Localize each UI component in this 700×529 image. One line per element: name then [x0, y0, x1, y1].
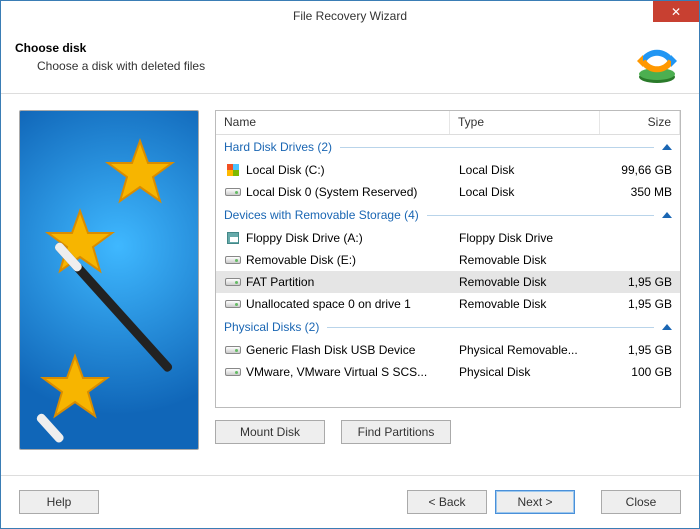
wizard-footer: Help < Back Next > Close: [1, 475, 699, 528]
chevron-up-icon: [662, 212, 672, 218]
disk-row[interactable]: Floppy Disk Drive (A:)Floppy Disk Drive: [216, 227, 680, 249]
windows-drive-icon: [224, 163, 242, 177]
table-header: Name Type Size: [216, 111, 680, 135]
group-label: Devices with Removable Storage (4): [224, 208, 419, 222]
col-header-size[interactable]: Size: [600, 111, 680, 134]
help-button[interactable]: Help: [19, 490, 99, 514]
drive-icon: [224, 275, 242, 289]
disk-name: Removable Disk (E:): [246, 253, 459, 267]
wizard-window: File Recovery Wizard ✕ Choose disk Choos…: [0, 0, 700, 529]
disk-row[interactable]: Unallocated space 0 on drive 1Removable …: [216, 293, 680, 315]
drive-icon: [224, 297, 242, 311]
disk-type: Removable Disk: [459, 297, 609, 311]
disk-row[interactable]: FAT PartitionRemovable Disk1,95 GB: [216, 271, 680, 293]
group-header[interactable]: Hard Disk Drives (2): [216, 135, 680, 159]
col-header-type[interactable]: Type: [450, 111, 600, 134]
disk-size: 100 GB: [609, 365, 672, 379]
titlebar: File Recovery Wizard ✕: [1, 1, 699, 31]
col-header-name[interactable]: Name: [216, 111, 450, 134]
disk-row[interactable]: Local Disk 0 (System Reserved)Local Disk…: [216, 181, 680, 203]
mount-disk-button[interactable]: Mount Disk: [215, 420, 325, 444]
find-partitions-button[interactable]: Find Partitions: [341, 420, 451, 444]
table-body[interactable]: Hard Disk Drives (2)Local Disk (C:)Local…: [216, 135, 680, 407]
disk-name: Unallocated space 0 on drive 1: [246, 297, 459, 311]
disk-type: Removable Disk: [459, 275, 609, 289]
disk-name: Generic Flash Disk USB Device: [246, 343, 459, 357]
drive-icon: [224, 253, 242, 267]
chevron-up-icon: [662, 144, 672, 150]
floppy-drive-icon: [224, 231, 242, 245]
disk-row[interactable]: Removable Disk (E:)Removable Disk: [216, 249, 680, 271]
next-button[interactable]: Next >: [495, 490, 575, 514]
wizard-header: Choose disk Choose a disk with deleted f…: [1, 31, 699, 94]
wizard-banner-image: [19, 110, 199, 450]
disk-row[interactable]: Generic Flash Disk USB DevicePhysical Re…: [216, 339, 680, 361]
disk-name: VMware, VMware Virtual S SCS...: [246, 365, 459, 379]
disk-type: Local Disk: [459, 163, 609, 177]
action-row: Mount Disk Find Partitions: [215, 408, 681, 444]
disk-size: 1,95 GB: [609, 343, 672, 357]
group-header[interactable]: Physical Disks (2): [216, 315, 680, 339]
window-title: File Recovery Wizard: [293, 9, 407, 23]
group-label: Hard Disk Drives (2): [224, 140, 332, 154]
drive-icon: [224, 343, 242, 357]
disk-type: Local Disk: [459, 185, 609, 199]
page-subtitle: Choose a disk with deleted files: [15, 59, 205, 73]
drive-icon: [224, 185, 242, 199]
app-logo-icon: [635, 41, 679, 85]
disk-size: 350 MB: [609, 185, 672, 199]
disk-type: Removable Disk: [459, 253, 609, 267]
close-icon[interactable]: ✕: [653, 1, 699, 22]
disk-name: FAT Partition: [246, 275, 459, 289]
chevron-up-icon: [662, 324, 672, 330]
back-button[interactable]: < Back: [407, 490, 487, 514]
disk-size: 1,95 GB: [609, 297, 672, 311]
disk-row[interactable]: Local Disk (C:)Local Disk99,66 GB: [216, 159, 680, 181]
disk-table: Name Type Size Hard Disk Drives (2) Local…: [215, 110, 681, 408]
disk-size: 99,66 GB: [609, 163, 672, 177]
disk-type: Floppy Disk Drive: [459, 231, 609, 245]
disk-name: Floppy Disk Drive (A:): [246, 231, 459, 245]
close-button[interactable]: Close: [601, 490, 681, 514]
disk-row[interactable]: VMware, VMware Virtual S SCS...Physical …: [216, 361, 680, 383]
wizard-body: Name Type Size Hard Disk Drives (2) Local…: [1, 94, 699, 475]
disk-name: Local Disk 0 (System Reserved): [246, 185, 459, 199]
disk-size: 1,95 GB: [609, 275, 672, 289]
group-label: Physical Disks (2): [224, 320, 319, 334]
main-panel: Name Type Size Hard Disk Drives (2) Local…: [215, 110, 681, 467]
page-title: Choose disk: [15, 41, 205, 55]
disk-type: Physical Disk: [459, 365, 609, 379]
disk-type: Physical Removable...: [459, 343, 609, 357]
group-header[interactable]: Devices with Removable Storage (4): [216, 203, 680, 227]
header-text: Choose disk Choose a disk with deleted f…: [15, 41, 205, 73]
disk-name: Local Disk (C:): [246, 163, 459, 177]
drive-icon: [224, 365, 242, 379]
